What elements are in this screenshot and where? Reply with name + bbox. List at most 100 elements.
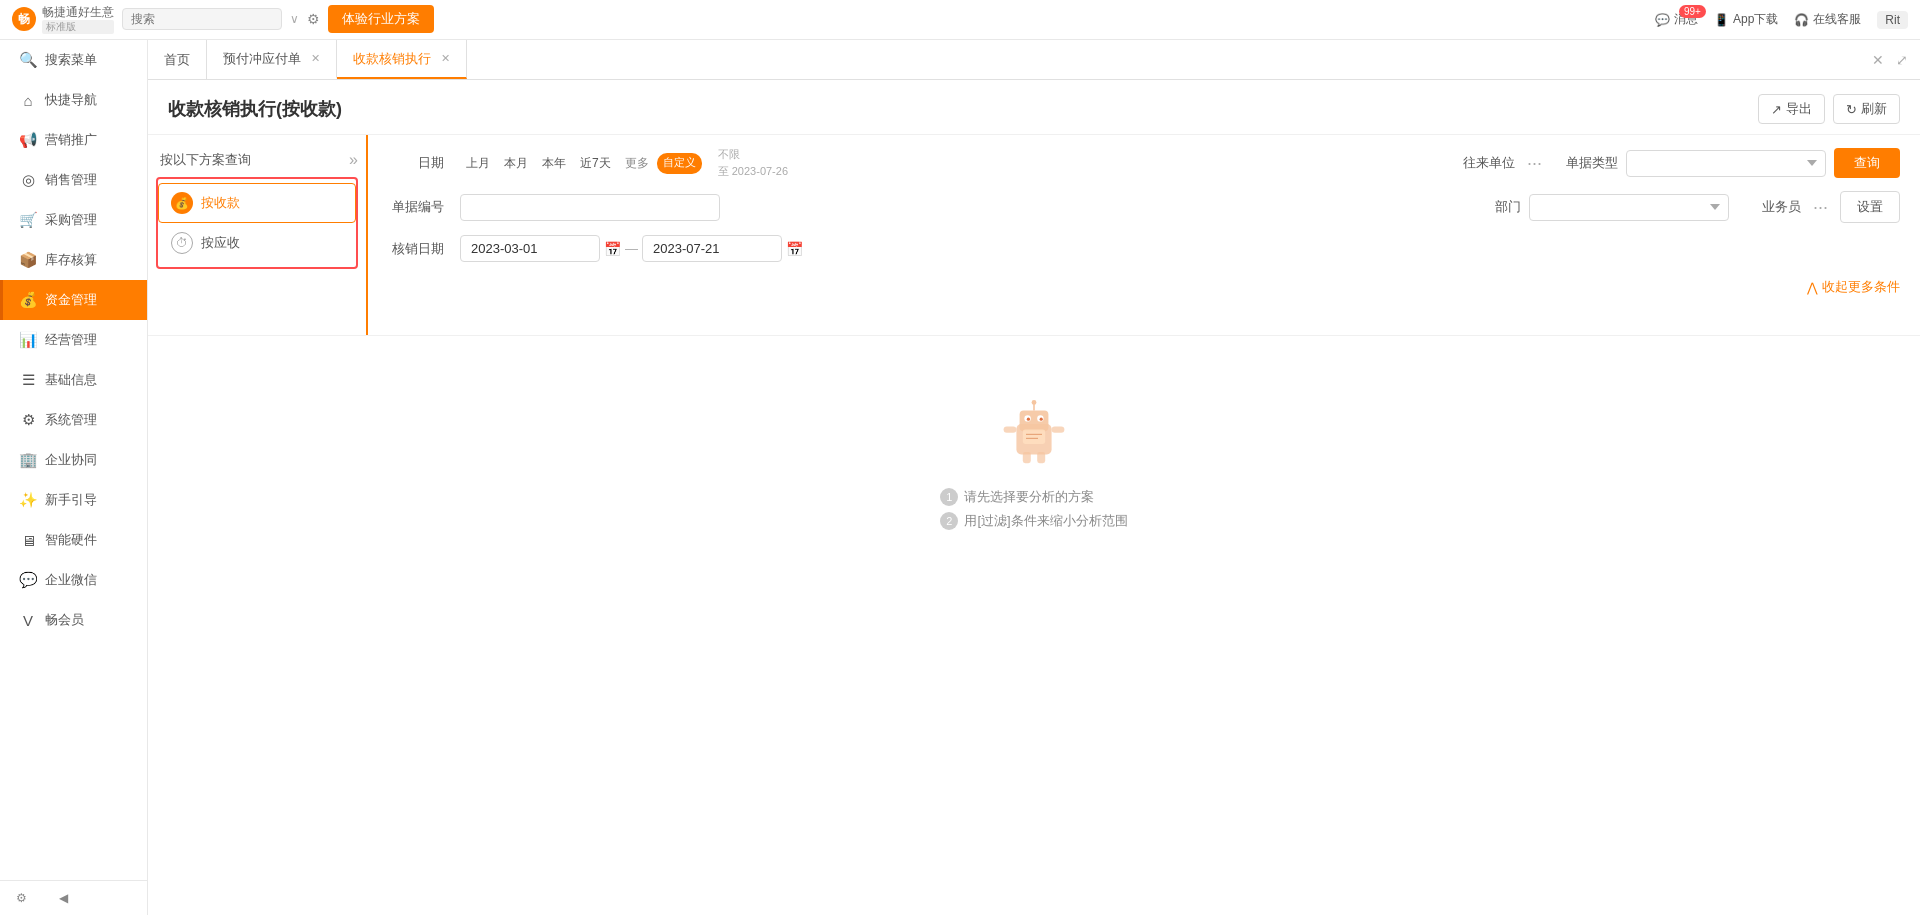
online-service-btn[interactable]: 🎧 在线客服: [1794, 11, 1861, 28]
date-btn-this-month[interactable]: 本月: [498, 153, 534, 174]
svg-rect-10: [1023, 452, 1031, 463]
filter-form-area: 日期 上月 本月 本年 近7天 更多 自定义: [368, 135, 1920, 335]
sidebar-item-wechat[interactable]: 💬 企业微信: [0, 560, 147, 600]
svg-point-4: [1027, 418, 1030, 421]
filter-form: 日期 上月 本月 本年 近7天 更多 自定义: [368, 135, 1920, 335]
staff-dots[interactable]: ···: [1809, 197, 1832, 218]
app-download-btn[interactable]: 📱 App下载: [1714, 11, 1778, 28]
collapse-more-label: 收起更多条件: [1822, 278, 1900, 296]
query-button[interactable]: 查询: [1834, 148, 1900, 178]
settings-button[interactable]: 设置: [1840, 191, 1900, 223]
sidebar-item-hardware[interactable]: 🖥 智能硬件: [0, 520, 147, 560]
export-button[interactable]: ↗ 导出: [1758, 94, 1825, 124]
writeoff-date-label: 核销日期: [388, 240, 444, 258]
hardware-icon: 🖥: [19, 532, 37, 549]
by-receipt-icon: 💰: [171, 192, 193, 214]
sidebar-label-quick-nav: 快捷导航: [45, 91, 97, 109]
writeoff-end-cal-icon[interactable]: 📅: [786, 241, 803, 257]
dept-label: 部门: [1465, 198, 1521, 216]
counterpart-label: 往来单位: [1459, 154, 1515, 172]
quick-nav-icon: ⌂: [19, 92, 37, 109]
sidebar-item-system[interactable]: ⚙ 系统管理: [0, 400, 147, 440]
marketing-icon: 📢: [19, 131, 37, 149]
sidebar-item-inventory[interactable]: 📦 库存核算: [0, 240, 147, 280]
search-input[interactable]: [122, 8, 282, 30]
svg-rect-11: [1037, 452, 1045, 463]
hint-num-1: 1: [940, 488, 958, 506]
writeoff-start-cal-icon[interactable]: 📅: [604, 241, 621, 257]
sidebar-item-finance[interactable]: 💰 资金管理: [0, 280, 147, 320]
sidebar-item-quick-nav[interactable]: ⌂ 快捷导航: [0, 80, 147, 120]
tab-receivable-close[interactable]: ✕: [441, 52, 450, 65]
tab-prepayment[interactable]: 预付冲应付单 ✕: [207, 40, 337, 79]
empty-state: 1 请先选择要分析的方案 2 用[过滤]条件来缩小分析范围: [148, 336, 1920, 596]
by-receivable-icon: ⏱: [171, 232, 193, 254]
doc-type-label: 单据类型: [1562, 154, 1618, 172]
content-area: 首页 预付冲应付单 ✕ 收款核销执行 ✕ ✕ ⤢ 收款核销执行(按收款): [148, 40, 1920, 915]
sidebar-item-search-menu[interactable]: 🔍 搜索菜单: [0, 40, 147, 80]
refresh-button[interactable]: ↻ 刷新: [1833, 94, 1900, 124]
dropdown-chevron-icon[interactable]: ∨: [290, 12, 299, 26]
sales-icon: ◎: [19, 171, 37, 189]
sidebar-label-purchase: 采购管理: [45, 211, 97, 229]
tab-receivable[interactable]: 收款核销执行 ✕: [337, 40, 467, 79]
doc-no-label: 单据编号: [388, 198, 444, 216]
sidebar-item-member[interactable]: V 畅会员: [0, 600, 147, 640]
sidebar-item-marketing[interactable]: 📢 营销推广: [0, 120, 147, 160]
username-display[interactable]: Rit: [1877, 11, 1908, 29]
doc-no-input[interactable]: [460, 194, 720, 221]
page-inner: 收款核销执行(按收款) ↗ 导出 ↻ 刷新: [148, 80, 1920, 915]
refresh-label: 刷新: [1861, 100, 1887, 118]
doc-type-select[interactable]: [1626, 150, 1826, 177]
topbar-left: 畅 畅捷通好生意 标准版 ∨ ⚙ 体验行业方案: [12, 5, 434, 33]
sidebar-item-purchase[interactable]: 🛒 采购管理: [0, 200, 147, 240]
tab-close-btn[interactable]: ✕: [1868, 48, 1888, 72]
writeoff-end-input[interactable]: [642, 235, 782, 262]
dept-select[interactable]: [1529, 194, 1729, 221]
app-icon: 📱: [1714, 13, 1729, 27]
sidebar-item-operation[interactable]: 📊 经营管理: [0, 320, 147, 360]
dept-group: 部门: [1465, 194, 1729, 221]
filter-option-by-receipt[interactable]: 💰 按收款: [158, 183, 356, 223]
tab-home[interactable]: 首页: [148, 40, 207, 79]
basic-info-icon: ☰: [19, 371, 37, 389]
sidebar-label-search-menu: 搜索菜单: [45, 51, 97, 69]
empty-hint-1-text: 请先选择要分析的方案: [964, 488, 1094, 506]
sidebar-item-guide[interactable]: ✨ 新手引导: [0, 480, 147, 520]
refresh-icon: ↻: [1846, 102, 1857, 117]
svg-point-7: [1032, 400, 1037, 405]
by-receivable-label: 按应收: [201, 234, 240, 252]
solution-button[interactable]: 体验行业方案: [328, 5, 434, 33]
collapse-more-btn[interactable]: ⋀ 收起更多条件: [1807, 278, 1900, 296]
filter-panel-collapse-icon[interactable]: »: [349, 151, 358, 169]
purchase-icon: 🛒: [19, 211, 37, 229]
writeoff-start-input[interactable]: [460, 235, 600, 262]
filter-row-3: 核销日期 📅 — 📅: [388, 235, 1900, 262]
date-btn-more[interactable]: 更多: [619, 153, 655, 174]
sidebar-label-wechat: 企业微信: [45, 571, 97, 589]
member-icon: V: [19, 612, 37, 629]
app-download-label: App下载: [1733, 11, 1778, 28]
date-btn-this-year[interactable]: 本年: [536, 153, 572, 174]
date-btn-7days[interactable]: 近7天: [574, 153, 617, 174]
sidebar-collapse-btn[interactable]: ◀: [43, 881, 84, 915]
empty-hint-2-text: 用[过滤]条件来缩小分析范围: [964, 512, 1127, 530]
sidebar-label-marketing: 营销推广: [45, 131, 97, 149]
date-no-limit: 不限: [718, 147, 740, 162]
settings-icon[interactable]: ⚙: [307, 11, 320, 27]
sidebar-item-sales[interactable]: ◎ 销售管理: [0, 160, 147, 200]
filter-option-by-receivable[interactable]: ⏱ 按应收: [158, 223, 356, 263]
date-btn-last-month[interactable]: 上月: [460, 153, 496, 174]
message-btn[interactable]: 💬 消息 99+: [1655, 11, 1698, 28]
sidebar-label-finance: 资金管理: [45, 291, 97, 309]
tab-expand-btn[interactable]: ⤢: [1892, 48, 1912, 72]
tab-prepayment-close[interactable]: ✕: [311, 52, 320, 65]
service-label: 在线客服: [1813, 11, 1861, 28]
counterpart-dots[interactable]: ···: [1523, 153, 1546, 174]
sidebar-settings-btn[interactable]: ⚙: [0, 881, 43, 915]
date-custom-badge[interactable]: 自定义: [657, 153, 702, 174]
date-no-limit-area: 不限 至 2023-07-26: [718, 147, 788, 179]
sidebar-item-enterprise[interactable]: 🏢 企业协同: [0, 440, 147, 480]
sidebar-label-system: 系统管理: [45, 411, 97, 429]
sidebar-item-basic-info[interactable]: ☰ 基础信息: [0, 360, 147, 400]
